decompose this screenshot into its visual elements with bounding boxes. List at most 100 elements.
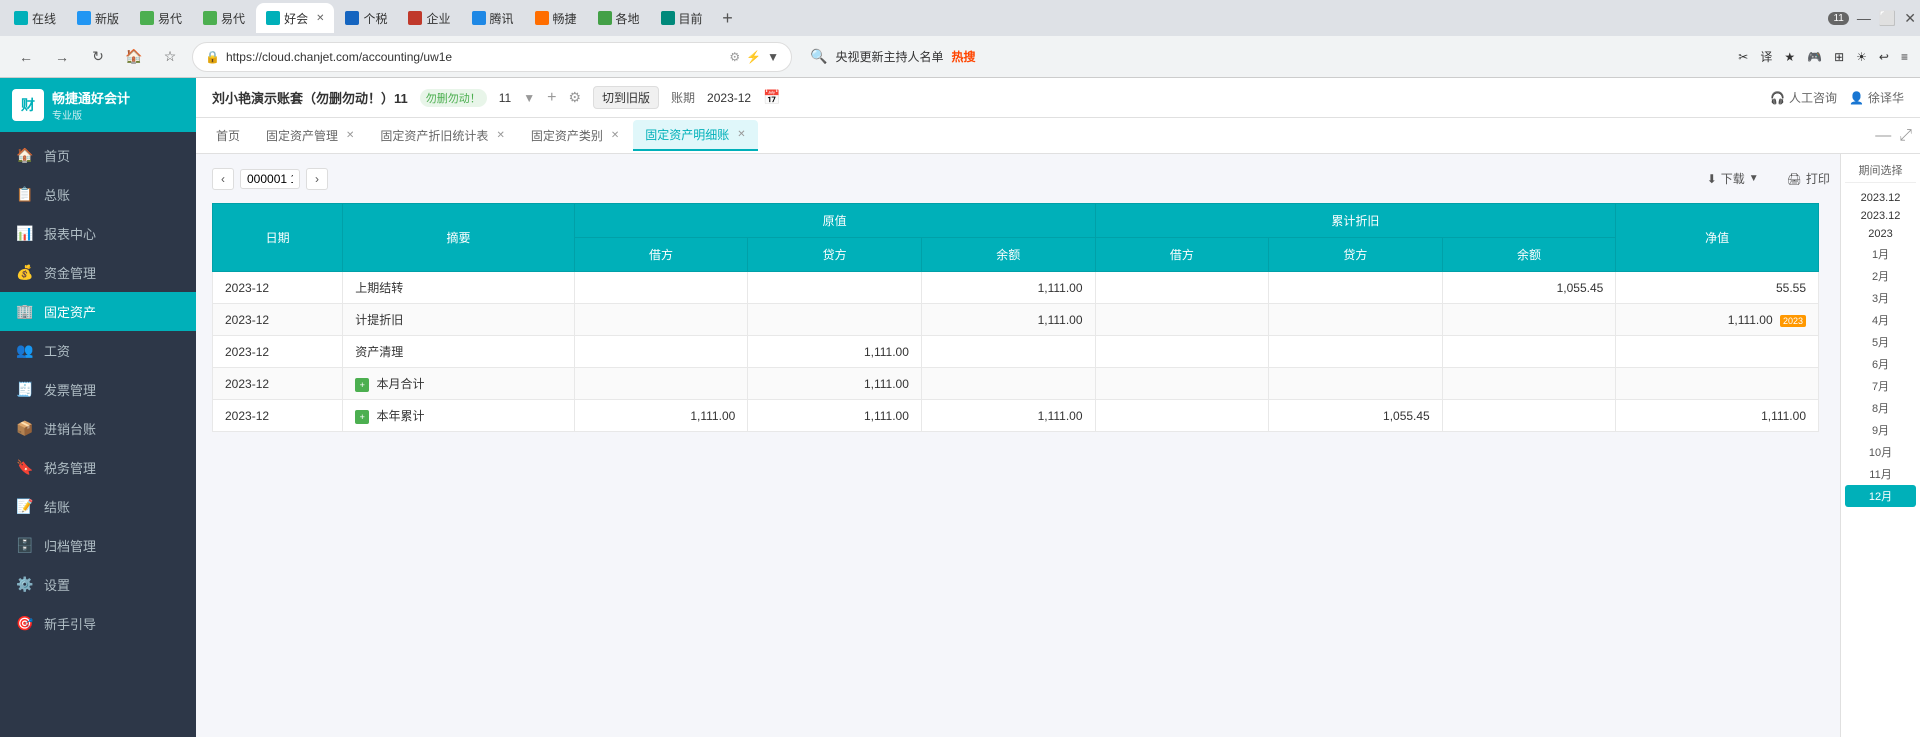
page-tab-depreciation-close[interactable]: ✕ <box>496 130 504 141</box>
settings-icon: ⚙️ <box>16 576 34 594</box>
browser-tab-corp[interactable]: 企业 <box>398 3 460 33</box>
new-tab-button[interactable]: + <box>714 4 742 32</box>
game-tool[interactable]: 🎮 <box>1807 50 1822 64</box>
browser-tab-yidai1[interactable]: 易代 <box>130 3 192 33</box>
period-year-label[interactable]: 2023 <box>1845 225 1916 243</box>
page-tab-fixed-mgmt-close[interactable]: ✕ <box>346 130 354 141</box>
page-tab-ledger[interactable]: 固定资产明细账 ✕ <box>633 120 757 151</box>
period-month-10[interactable]: 10月 <box>1845 441 1916 463</box>
sidebar-item-inventory[interactable]: 📦 进销台账 <box>0 409 196 448</box>
site-settings-icon[interactable]: ⚙ <box>729 50 740 64</box>
page-tab-depreciation[interactable]: 固定资产折旧统计表 ✕ <box>368 121 516 150</box>
period-month-2[interactable]: 2月 <box>1845 265 1916 287</box>
period-month-12[interactable]: 12月 <box>1845 485 1916 507</box>
period-month-7[interactable]: 7月 <box>1845 375 1916 397</box>
account-count: 11 <box>499 91 511 105</box>
refresh-button[interactable]: ↻ <box>84 43 112 71</box>
row1-orig-credit <box>748 272 922 304</box>
sidebar-item-settings[interactable]: ⚙️ 设置 <box>0 565 196 604</box>
row5-summary-text: 本年累计 <box>377 409 425 423</box>
period-year1[interactable]: 2023.12 <box>1845 189 1916 207</box>
sidebar-item-report[interactable]: 📊 报表中心 <box>0 214 196 253</box>
sidebar-item-home[interactable]: 🏠 首页 <box>0 136 196 175</box>
period-month-6[interactable]: 6月 <box>1845 353 1916 375</box>
row2-orig-balance: 1,111.00 <box>921 304 1095 336</box>
dropdown-account-icon[interactable]: ▼ <box>523 91 535 105</box>
grid-tool[interactable]: ⊞ <box>1834 50 1844 64</box>
period-month-8[interactable]: 8月 <box>1845 397 1916 419</box>
sidebar-item-fund[interactable]: 💰 资金管理 <box>0 253 196 292</box>
page-tab-fixed-mgmt[interactable]: 固定资产管理 ✕ <box>254 121 366 150</box>
tab-collapse-button[interactable]: — <box>1875 127 1891 145</box>
th-date: 日期 <box>213 204 343 272</box>
logo-text-block: 畅捷通好会计 专业版 <box>52 88 130 122</box>
sidebar-item-close-books[interactable]: 📝 结账 <box>0 487 196 526</box>
lightning-icon[interactable]: ⚡ <box>746 50 761 64</box>
period-month-11[interactable]: 11月 <box>1845 463 1916 485</box>
translate-tool[interactable]: 译 <box>1760 48 1772 65</box>
page-tab-home-label: 首页 <box>216 127 240 144</box>
browser-tab-gedi[interactable]: 各地 <box>588 3 650 33</box>
close-window-button[interactable]: ✕ <box>1904 10 1916 27</box>
browser-tab-muqian[interactable]: 目前 <box>651 3 713 33</box>
browser-tab-yidai2[interactable]: 易代 <box>193 3 255 33</box>
row1-summary: 上期结转 <box>343 272 574 304</box>
page-tab-category[interactable]: 固定资产类别 ✕ <box>519 121 631 150</box>
browser-tab-changjie[interactable]: 畅捷 <box>525 3 587 33</box>
back-button[interactable]: ← <box>12 43 40 71</box>
print-button[interactable]: 🖨 打印 <box>1779 166 1838 191</box>
page-tab-category-close[interactable]: ✕ <box>611 130 619 141</box>
dropdown-icon[interactable]: ▼ <box>767 50 779 64</box>
browser-tab-online[interactable]: 在线 <box>4 3 66 33</box>
period-month-5[interactable]: 5月 <box>1845 331 1916 353</box>
sidebar-item-ledger[interactable]: 📋 总账 <box>0 175 196 214</box>
home-browser-button[interactable]: 🏠 <box>120 43 148 71</box>
search-icon[interactable]: 🔍 <box>810 48 827 65</box>
row1-orig-debit <box>574 272 748 304</box>
sidebar-item-guide[interactable]: 🎯 新手引导 <box>0 604 196 643</box>
menu-tool[interactable]: ≡ <box>1901 50 1908 64</box>
scissors-tool[interactable]: ✂ <box>1738 50 1748 64</box>
period-month-3[interactable]: 3月 <box>1845 287 1916 309</box>
page-tab-home[interactable]: 首页 <box>204 121 252 150</box>
service-button[interactable]: 🎧 人工咨询 <box>1770 89 1837 106</box>
browser-tab-tencent[interactable]: 腾讯 <box>462 3 524 33</box>
period-month-1[interactable]: 1月 <box>1845 243 1916 265</box>
browser-tab-new[interactable]: 新版 <box>67 3 129 33</box>
period-month-9[interactable]: 9月 <box>1845 419 1916 441</box>
tab-label-getax: 个税 <box>363 10 387 27</box>
history-tool[interactable]: ↩ <box>1879 50 1889 64</box>
browser-tab-haohui[interactable]: 好会 ✕ <box>256 3 334 33</box>
calendar-icon[interactable]: 📅 <box>763 89 780 106</box>
add-account-button[interactable]: + <box>547 89 556 107</box>
row1-orig-balance: 1,111.00 <box>921 272 1095 304</box>
sidebar-item-fixed-asset[interactable]: 🏢 固定资产 <box>0 292 196 331</box>
table-row: 2023-12 + 本月合计 1,111.00 <box>213 368 1819 400</box>
period-month-4[interactable]: 4月 <box>1845 309 1916 331</box>
sidebar-item-payroll[interactable]: 👥 工资 <box>0 331 196 370</box>
brightness-tool[interactable]: ☀ <box>1856 50 1867 64</box>
prev-page-button[interactable]: ‹ <box>212 168 234 190</box>
browser-tab-getax[interactable]: 个税 <box>335 3 397 33</box>
sidebar-item-invoice[interactable]: 🧾 发票管理 <box>0 370 196 409</box>
period-year2[interactable]: 2023.12 <box>1845 207 1916 225</box>
switch-to-old-button[interactable]: 切到旧版 <box>593 86 659 109</box>
page-input[interactable] <box>240 169 300 189</box>
tab-close-haohui[interactable]: ✕ <box>316 13 324 24</box>
page-tab-ledger-close[interactable]: ✕ <box>737 129 745 140</box>
url-bar[interactable]: 🔒 https://cloud.chanjet.com/accounting/u… <box>192 42 792 72</box>
forward-button[interactable]: → <box>48 43 76 71</box>
maximize-button[interactable]: ⬜ <box>1879 10 1896 27</box>
sidebar-item-tax[interactable]: 🔖 税务管理 <box>0 448 196 487</box>
sidebar-item-label-settings: 设置 <box>44 575 70 594</box>
tab-expand-button[interactable]: ⤢ <box>1899 127 1912 145</box>
download-dropdown-icon[interactable]: ▼ <box>1749 173 1759 184</box>
minimize-button[interactable]: — <box>1857 10 1871 26</box>
settings-account-button[interactable]: ⚙ <box>568 89 581 106</box>
bookmark-button[interactable]: ☆ <box>156 43 184 71</box>
favicon-tencent <box>472 11 486 25</box>
next-page-button[interactable]: › <box>306 168 328 190</box>
download-button[interactable]: ⬇ 下载 ▼ <box>1699 166 1767 191</box>
star-tool[interactable]: ★ <box>1784 50 1795 64</box>
sidebar-item-archive[interactable]: 🗄️ 归档管理 <box>0 526 196 565</box>
